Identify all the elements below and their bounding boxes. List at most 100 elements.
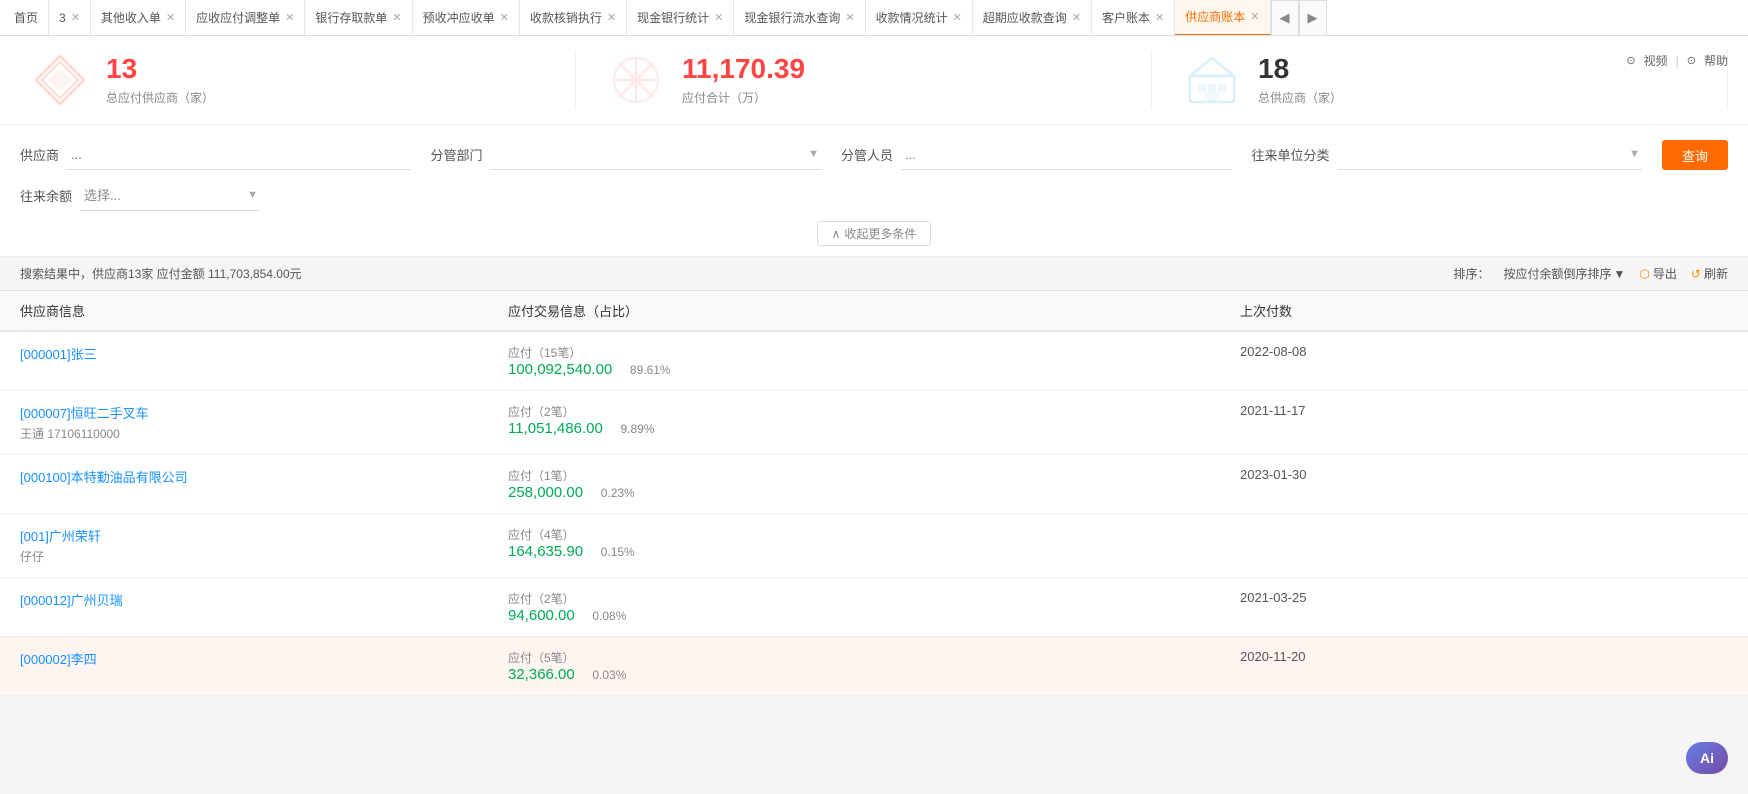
close-icon[interactable]: ✕ — [166, 11, 175, 24]
nav-tab-overdue-ar-label: 超期应收款查询 — [983, 9, 1067, 26]
last-pay-date-2: 2021-11-17 — [1240, 403, 1306, 418]
supplier-filter-input[interactable] — [67, 140, 410, 170]
nav-tab-3[interactable]: 3 ✕ — [49, 0, 91, 36]
table-row: [001]广州荣轩 仔仔 应付（4笔） 164,635.90 0.15% — [0, 514, 1748, 578]
video-link[interactable]: 视频 — [1644, 52, 1668, 69]
trans-percent-3: 0.23% — [601, 486, 635, 500]
collapse-bar: ∧ 收起更多条件 — [20, 221, 1728, 246]
nav-next-arrow[interactable]: ▶ — [1299, 0, 1327, 36]
trans-label-6: 应付（5笔） — [508, 651, 575, 665]
result-right: 排序： 按应付余额倒序排序 ▼ ⬡ 导出 ↺ 刷新 — [1454, 265, 1729, 282]
close-icon[interactable]: ✕ — [607, 11, 616, 24]
payable-suppliers-label: 总应付供应商（家） — [106, 89, 214, 106]
table-row: [000001]张三 应付（15笔） 100,092,540.00 89.61%… — [0, 332, 1748, 391]
close-icon[interactable]: ✕ — [1155, 11, 1164, 24]
result-info: 搜索结果中，供应商13家 应付金额 111,703,854.00元 — [20, 265, 302, 282]
nav-tab-bank-deposit[interactable]: 银行存取款单 ✕ — [305, 0, 412, 36]
trans-percent-4: 0.15% — [601, 545, 635, 559]
supplier-link-2[interactable]: [000007]恒旺二手叉车 — [20, 406, 149, 421]
person-filter-label: 分管人员 — [841, 145, 893, 164]
col-header-lastpay: 上次付数 — [1240, 301, 1728, 320]
supplier-link-5[interactable]: [000012]广州贝瑞 — [20, 593, 123, 608]
supplier-cell-4: [001]广州荣轩 仔仔 — [20, 526, 508, 565]
trans-info-3: 应付（1笔） 258,000.00 0.23% — [508, 467, 1240, 501]
balance-filter-select[interactable]: 选择... — [80, 180, 260, 210]
supplier-link-6[interactable]: [000002]李四 — [20, 652, 97, 667]
payable-amount-text: 11,170.39 应付合计（万） — [682, 54, 805, 106]
trans-amount-6[interactable]: 32,366.00 — [508, 666, 575, 683]
export-button[interactable]: ⬡ 导出 — [1639, 265, 1677, 282]
ai-badge[interactable]: Ai — [1686, 742, 1728, 774]
trans-amount-1[interactable]: 100,092,540.00 — [508, 361, 612, 378]
trans-info-2: 应付（2笔） 11,051,486.00 9.89% — [508, 403, 1240, 437]
supplier-link-4[interactable]: [001]广州荣轩 — [20, 529, 101, 544]
refresh-button[interactable]: ↺ 刷新 — [1691, 265, 1728, 282]
close-icon[interactable]: ✕ — [392, 11, 401, 24]
supplier-contact-2: 王通 17106110000 — [20, 425, 508, 442]
nav-prev-arrow[interactable]: ◀ — [1271, 0, 1299, 36]
trans-amount-2[interactable]: 11,051,486.00 — [508, 420, 603, 437]
close-icon[interactable]: ✕ — [500, 11, 509, 24]
balance-filter-label: 往来余额 — [20, 186, 72, 205]
filter-area: 供应商 分管部门 ▼ 分管人员 往来单位分类 ▼ — [0, 125, 1748, 257]
nav-tab-cash-bank-flow[interactable]: 现金银行流水查询 ✕ — [734, 0, 865, 36]
trans-amount-4[interactable]: 164,635.90 — [508, 543, 583, 560]
filter-supplier: 供应商 — [20, 140, 411, 170]
close-icon[interactable]: ✕ — [845, 11, 854, 24]
supplier-link-1[interactable]: [000001]张三 — [20, 347, 97, 362]
nav-tab-receipt-stat[interactable]: 收款情况统计 ✕ — [866, 0, 973, 36]
export-icon: ⬡ — [1639, 267, 1649, 281]
supplier-cell-1: [000001]张三 — [20, 344, 508, 363]
nav-tab-overdue-ar[interactable]: 超期应收款查询 ✕ — [973, 0, 1092, 36]
trans-percent-5: 0.08% — [592, 609, 626, 623]
lastpay-cell-1: 2022-08-08 — [1240, 344, 1728, 359]
nav-tab-cash-bank-stat-label: 现金银行统计 — [637, 9, 709, 26]
refresh-btn-label: 刷新 — [1704, 265, 1728, 282]
nav-tab-home[interactable]: 首页 — [4, 0, 49, 36]
dept-filter-label: 分管部门 — [431, 145, 483, 164]
trans-percent-2: 9.89% — [620, 422, 654, 436]
supplier-link-3[interactable]: [000100]本特勤油品有限公司 — [20, 470, 188, 485]
total-suppliers-label: 总供应商（家） — [1258, 89, 1342, 106]
help-link[interactable]: 帮助 — [1704, 52, 1728, 69]
nav-tab-cash-bank-stat[interactable]: 现金银行统计 ✕ — [627, 0, 734, 36]
refresh-icon: ↺ — [1691, 267, 1701, 281]
supplier-cell-2: [000007]恒旺二手叉车 王通 17106110000 — [20, 403, 508, 442]
last-pay-date-1: 2022-08-08 — [1240, 344, 1307, 359]
close-icon[interactable]: ✕ — [1250, 10, 1259, 23]
nav-tab-other-income[interactable]: 其他收入单 ✕ — [91, 0, 186, 36]
table-header: 供应商信息 应付交易信息（占比） 上次付数 — [0, 291, 1748, 332]
trans-info-6: 应付（5笔） 32,366.00 0.03% — [508, 649, 1240, 683]
transaction-cell-2: 应付（2笔） 11,051,486.00 9.89% — [508, 403, 1240, 437]
total-suppliers-number: 18 — [1258, 54, 1342, 85]
category-filter-label: 往来单位分类 — [1252, 145, 1330, 164]
close-icon[interactable]: ✕ — [953, 11, 962, 24]
close-icon[interactable]: ✕ — [1072, 11, 1081, 24]
search-button[interactable]: 查询 — [1662, 140, 1728, 170]
close-icon[interactable]: ✕ — [285, 11, 294, 24]
nav-tab-advance-offset-label: 预收冲应收单 — [423, 9, 495, 26]
dept-filter-select[interactable] — [491, 139, 821, 169]
transaction-cell-6: 应付（5笔） 32,366.00 0.03% — [508, 649, 1240, 683]
nav-tab-3-label: 3 — [59, 11, 66, 25]
trans-label-3: 应付（1笔） — [508, 469, 575, 483]
category-filter-select-wrap: ▼ — [1338, 139, 1642, 170]
table-row: [000012]广州贝瑞 应付（2笔） 94,600.00 0.08% 2021… — [0, 578, 1748, 637]
nav-tab-ar-ap-adjust[interactable]: 应收应付调整单 ✕ — [186, 0, 305, 36]
nav-tab-advance-offset[interactable]: 预收冲应收单 ✕ — [413, 0, 520, 36]
collapse-button[interactable]: ∧ 收起更多条件 — [817, 221, 932, 246]
nav-tab-customer-ledger-label: 客户账本 — [1102, 9, 1150, 26]
person-filter-input[interactable] — [901, 140, 1231, 170]
trans-amount-3[interactable]: 258,000.00 — [508, 484, 583, 501]
close-icon[interactable]: ✕ — [714, 11, 723, 24]
nav-tab-customer-ledger[interactable]: 客户账本 ✕ — [1092, 0, 1175, 36]
category-filter-select[interactable] — [1338, 139, 1642, 169]
trans-amount-5[interactable]: 94,600.00 — [508, 607, 575, 624]
nav-tab-receipt-exec[interactable]: 收款核销执行 ✕ — [520, 0, 627, 36]
close-icon[interactable]: ✕ — [71, 11, 80, 24]
export-btn-label: 导出 — [1653, 265, 1677, 282]
filter-row-1: 供应商 分管部门 ▼ 分管人员 往来单位分类 ▼ — [20, 139, 1728, 170]
supplier-contact-4: 仔仔 — [20, 548, 508, 565]
nav-tab-supplier-ledger[interactable]: 供应商账本 ✕ — [1175, 0, 1270, 36]
sort-button[interactable]: 按应付余额倒序排序 ▼ — [1504, 265, 1626, 282]
